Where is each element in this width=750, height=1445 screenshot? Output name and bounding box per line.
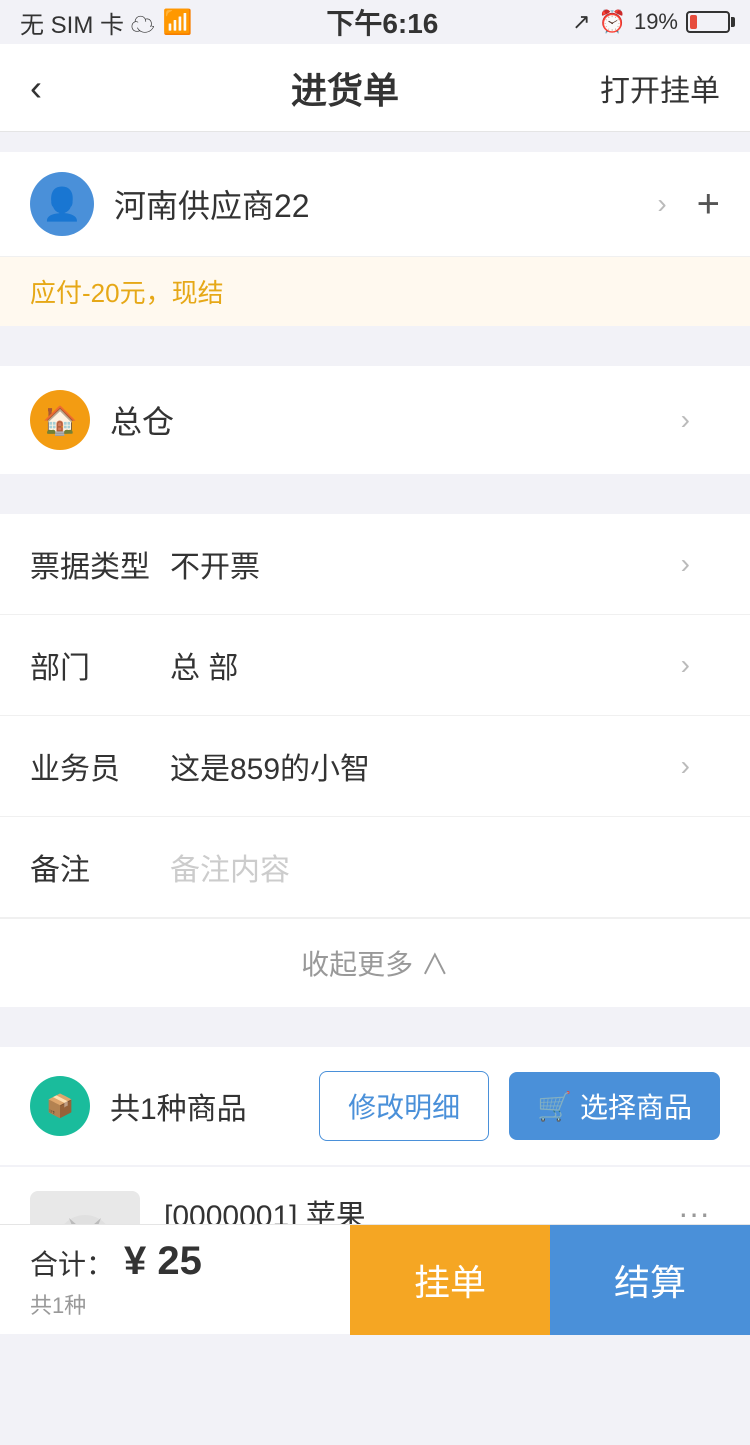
total-section: 合计： ¥ 25 共1种 — [0, 1239, 350, 1320]
sim-label: 无 SIM 卡 ☁ — [20, 5, 155, 40]
total-label: 合计： ¥ 25 — [30, 1239, 320, 1284]
status-time: 下午6:16 — [326, 2, 438, 42]
warehouse-row[interactable]: 🏠 总仓 › — [0, 366, 750, 474]
edit-detail-button[interactable]: 修改明细 — [319, 1071, 489, 1141]
nav-bar: ‹ 进货单 打开挂单 — [0, 44, 750, 132]
location-icon: ↗ — [572, 9, 590, 35]
battery-icon — [686, 11, 730, 33]
invoice-type-value: 不开票 — [170, 542, 681, 586]
warehouse-home-icon: 🏠 — [43, 404, 78, 437]
svg-text:📦: 📦 — [46, 1093, 74, 1119]
alarm-icon: ⏰ — [599, 9, 626, 35]
checkout-button[interactable]: 结算 — [550, 1225, 750, 1335]
salesperson-label: 业务员 — [30, 744, 170, 788]
total-amount: ¥ 25 — [124, 1239, 202, 1284]
warehouse-name: 总仓 — [110, 397, 681, 443]
wifi-icon: 📶 — [163, 8, 193, 37]
page-title: 进货单 — [291, 62, 399, 114]
battery-label: 19% — [634, 9, 678, 35]
collapse-button[interactable]: 收起更多 ∧ — [0, 918, 750, 1007]
product-icon-svg: 📦 — [35, 1081, 85, 1131]
divider-top — [0, 132, 750, 152]
remark-label: 备注 — [30, 845, 170, 889]
product-header: 📦 共1种商品 修改明细 🛒 选择商品 — [0, 1047, 750, 1165]
select-product-icon: 🛒 — [537, 1090, 572, 1123]
invoice-type-label: 票据类型 — [30, 542, 170, 586]
remark-input[interactable]: 备注内容 — [170, 845, 720, 889]
department-chevron-icon: › — [681, 649, 690, 681]
bottom-bar: 合计： ¥ 25 共1种 挂单 结算 — [0, 1224, 750, 1334]
warehouse-icon: 🏠 — [30, 390, 90, 450]
warning-banner: 应付-20元，现结 — [0, 257, 750, 326]
supplier-section: 👤 河南供应商22 › + 应付-20元，现结 — [0, 152, 750, 326]
department-row[interactable]: 部门 总 部 › — [0, 615, 750, 716]
product-icon: 📦 — [30, 1076, 90, 1136]
form-section: 票据类型 不开票 › 部门 总 部 › 业务员 这是859的小智 › 备注 备注… — [0, 514, 750, 1007]
status-bar: 无 SIM 卡 ☁ 📶 下午6:16 ↗ ⏰ 19% — [0, 0, 750, 44]
remark-row[interactable]: 备注 备注内容 — [0, 817, 750, 918]
warehouse-chevron-icon: › — [681, 404, 690, 436]
department-label: 部门 — [30, 643, 170, 687]
supplier-name: 河南供应商22 — [114, 181, 657, 227]
salesperson-value: 这是859的小智 — [170, 744, 681, 788]
select-product-button[interactable]: 🛒 选择商品 — [509, 1072, 720, 1140]
avatar-icon: 👤 — [42, 185, 82, 223]
total-sub-label: 共1种 — [30, 1288, 320, 1320]
invoice-type-row[interactable]: 票据类型 不开票 › — [0, 514, 750, 615]
select-product-label: 选择商品 — [580, 1086, 692, 1126]
open-hang-button[interactable]: 打开挂单 — [600, 66, 720, 110]
salesperson-chevron-icon: › — [681, 750, 690, 782]
divider-products — [0, 1007, 750, 1027]
invoice-type-chevron-icon: › — [681, 548, 690, 580]
back-button[interactable]: ‹ — [30, 67, 90, 109]
product-count-label: 共1种商品 — [110, 1084, 299, 1128]
salesperson-row[interactable]: 业务员 这是859的小智 › — [0, 716, 750, 817]
bottom-spacer — [0, 1325, 750, 1445]
status-left: 无 SIM 卡 ☁ 📶 — [20, 5, 193, 40]
status-right: ↗ ⏰ 19% — [572, 9, 730, 35]
supplier-row[interactable]: 👤 河南供应商22 › + — [0, 152, 750, 257]
add-button[interactable]: + — [697, 182, 720, 227]
supplier-chevron-icon: › — [657, 188, 666, 220]
department-value: 总 部 — [170, 643, 681, 687]
divider-form — [0, 474, 750, 494]
divider-warehouse — [0, 326, 750, 346]
supplier-avatar: 👤 — [30, 172, 94, 236]
total-text: 合计： — [30, 1243, 114, 1283]
hang-button[interactable]: 挂单 — [350, 1225, 550, 1335]
